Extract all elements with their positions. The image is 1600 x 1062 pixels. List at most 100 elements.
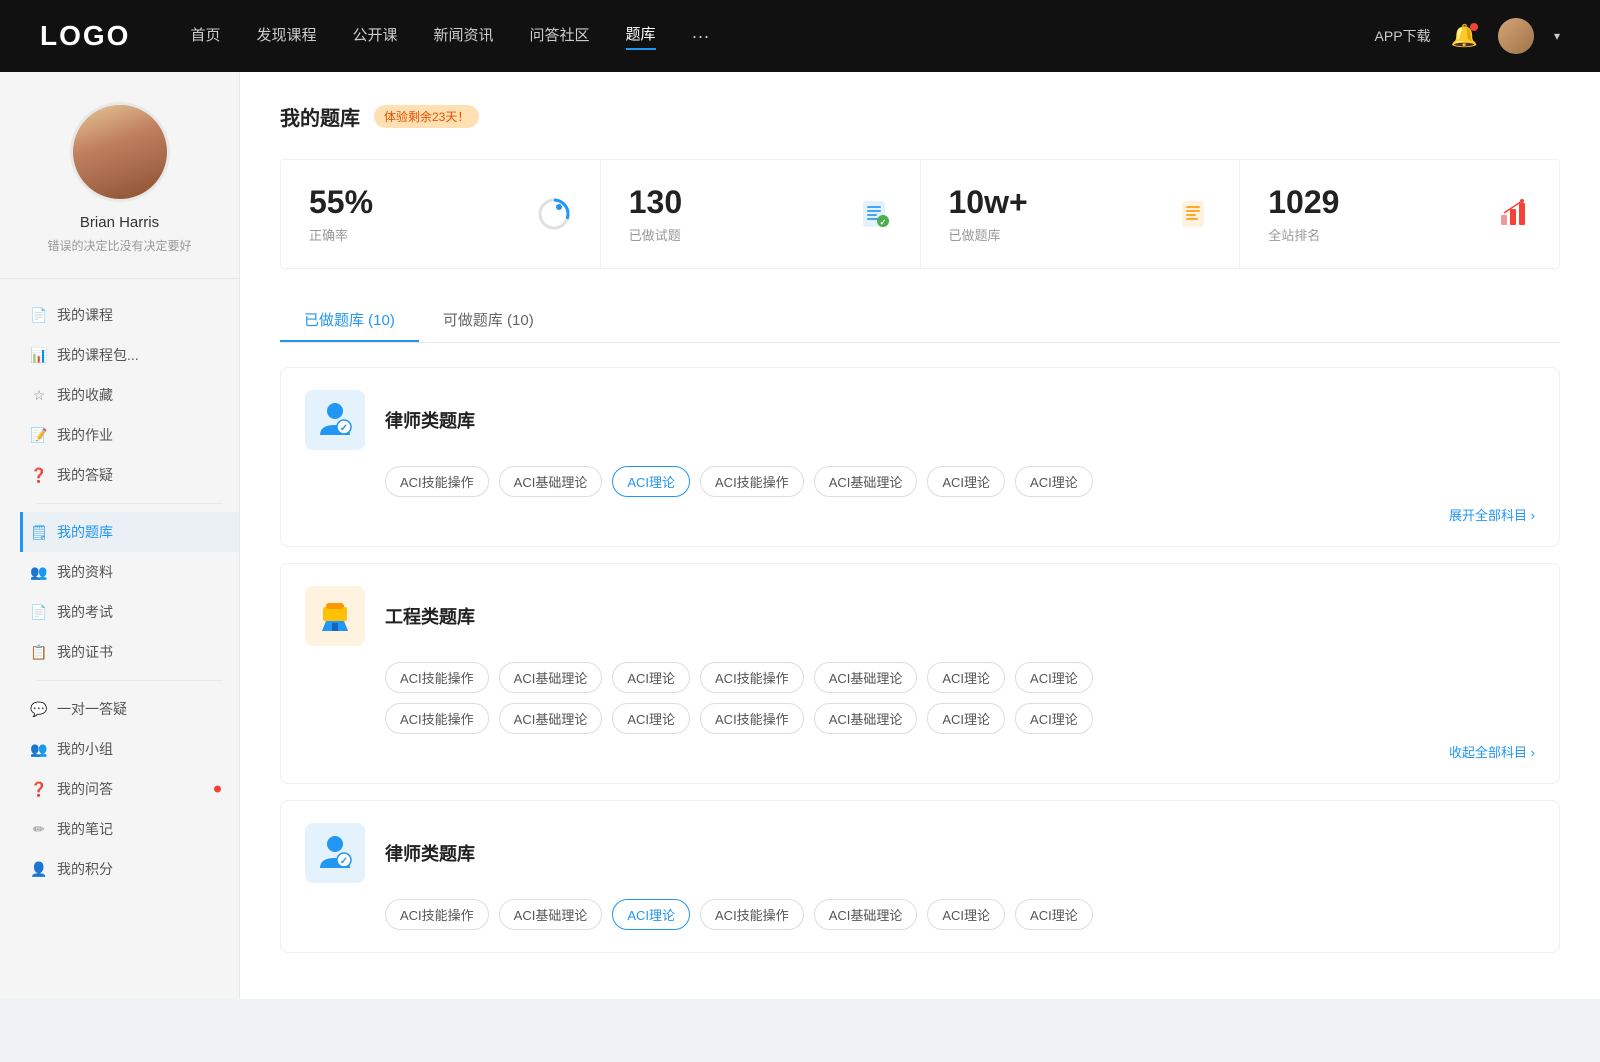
mycert-icon: 📋 (31, 644, 47, 660)
myquestion-icon: ❓ (31, 781, 47, 797)
bank-tag[interactable]: ACI理论 (1015, 703, 1093, 734)
sidebar-item-coursepack[interactable]: 📊 我的课程包... (20, 335, 239, 375)
bank-card-lawyer-2: ✓ 律师类题库 ACI技能操作 ACI基础理论 ACI理论 ACI技能操作 AC… (280, 800, 1560, 953)
nav-qa[interactable]: 问答社区 (530, 24, 590, 49)
bank-tag[interactable]: ACI理论 (1015, 899, 1093, 930)
bank-tag[interactable]: ACI基础理论 (499, 662, 603, 693)
sidebar-item-mypoints[interactable]: 👤 我的积分 (20, 849, 239, 889)
stat-accuracy: 55% 正确率 (281, 160, 601, 268)
profile-motto: 错误的决定比没有决定要好 (47, 237, 191, 254)
stat-rank-label: 全站排名 (1268, 225, 1339, 244)
navbar: LOGO 首页 发现课程 公开课 新闻资讯 问答社区 题库 ··· APP下载 … (0, 0, 1600, 72)
bank-tag[interactable]: ACI理论 (927, 662, 1005, 693)
bank-tag[interactable]: ACI基础理论 (499, 466, 603, 497)
sidebar-item-1to1[interactable]: 💬 一对一答疑 (20, 689, 239, 729)
stat-accuracy-info: 55% 正确率 (309, 184, 373, 244)
navbar-right: APP下载 🔔 ▾ (1375, 18, 1560, 54)
sidebar-item-mydata[interactable]: 👥 我的资料 (20, 552, 239, 592)
bank-card-3-header: ✓ 律师类题库 (305, 823, 1535, 883)
bank-tag[interactable]: ACI技能操作 (385, 899, 489, 930)
stat-done-banks-info: 10w+ 已做题库 (949, 184, 1028, 244)
tab-available-banks[interactable]: 可做题库 (10) (419, 299, 558, 342)
bank-tag[interactable]: ACI基础理论 (814, 703, 918, 734)
bank-tag-active[interactable]: ACI理论 (612, 466, 690, 497)
notification-bell[interactable]: 🔔 (1451, 23, 1478, 49)
bank-tags-2-row1: ACI技能操作 ACI基础理论 ACI理论 ACI技能操作 ACI基础理论 AC… (385, 662, 1535, 693)
bank-tags-3: ACI技能操作 ACI基础理论 ACI理论 ACI技能操作 ACI基础理论 AC… (385, 899, 1535, 930)
mydata-icon: 👥 (31, 564, 47, 580)
pie-chart-icon (536, 196, 572, 232)
sidebar-menu: 📄 我的课程 📊 我的课程包... ☆ 我的收藏 📝 我的作业 ❓ 我的答疑 � (0, 295, 239, 889)
bank-card-engineer: 工程类题库 ACI技能操作 ACI基础理论 ACI理论 ACI技能操作 ACI基… (280, 563, 1560, 784)
bank-tag[interactable]: ACI基础理论 (814, 466, 918, 497)
sidebar-item-mycourse[interactable]: 📄 我的课程 (20, 295, 239, 335)
sidebar-item-myexam[interactable]: 📄 我的考试 (20, 592, 239, 632)
bank-tag[interactable]: ACI技能操作 (385, 662, 489, 693)
main-content: 我的题库 体验剩余23天！ 55% 正确率 (240, 72, 1600, 999)
bank-card-2-header: 工程类题库 (305, 586, 1535, 646)
svg-text:✓: ✓ (340, 856, 348, 867)
bank-tag[interactable]: ACI基础理论 (499, 899, 603, 930)
avatar-image (1498, 18, 1534, 54)
app-download-link[interactable]: APP下载 (1375, 26, 1431, 46)
bank-expand-2[interactable]: 收起全部科目 › (305, 742, 1535, 761)
sidebar-item-qa[interactable]: ❓ 我的答疑 (20, 455, 239, 495)
bank-tags-2-row2: ACI技能操作 ACI基础理论 ACI理论 ACI技能操作 ACI基础理论 AC… (385, 703, 1535, 734)
bank-tag[interactable]: ACI技能操作 (385, 703, 489, 734)
doc-orange-icon (1175, 196, 1211, 232)
myquestion-label: 我的问答 (57, 779, 113, 799)
bank-tag[interactable]: ACI基础理论 (814, 899, 918, 930)
bank-tag[interactable]: ACI技能操作 (700, 703, 804, 734)
sidebar-item-mycert[interactable]: 📋 我的证书 (20, 632, 239, 672)
nav-bank[interactable]: 题库 (626, 23, 656, 50)
sidebar-item-mynotes[interactable]: ✏ 我的笔记 (20, 809, 239, 849)
stats-row: 55% 正确率 130 已做试题 (280, 159, 1560, 269)
bank-tag[interactable]: ACI理论 (927, 899, 1005, 930)
bank-tag[interactable]: ACI理论 (612, 703, 690, 734)
bank-tag[interactable]: ACI技能操作 (700, 466, 804, 497)
stat-done-banks-label: 已做题库 (949, 225, 1028, 244)
bank-tag[interactable]: ACI基础理论 (499, 703, 603, 734)
bank-title-3: 律师类题库 (385, 840, 475, 866)
question-badge-dot (214, 786, 221, 793)
user-avatar-nav[interactable] (1498, 18, 1534, 54)
bank-tag[interactable]: ACI基础理论 (814, 662, 918, 693)
bank-tag[interactable]: ACI理论 (1015, 466, 1093, 497)
nav-more[interactable]: ··· (692, 26, 710, 47)
profile-name: Brian Harris (80, 214, 159, 231)
bank-expand-1[interactable]: 展开全部科目 › (305, 505, 1535, 524)
stat-done-banks-value: 10w+ (949, 184, 1028, 221)
tab-done-banks[interactable]: 已做题库 (10) (280, 299, 419, 342)
bank-tag[interactable]: ACI理论 (927, 466, 1005, 497)
bank-tag-active[interactable]: ACI理论 (612, 899, 690, 930)
notification-dot (1470, 23, 1478, 31)
svg-text:✓: ✓ (340, 423, 348, 434)
bank-tag[interactable]: ACI理论 (612, 662, 690, 693)
sidebar-item-homework[interactable]: 📝 我的作业 (20, 415, 239, 455)
nav-opencourse[interactable]: 公开课 (352, 24, 397, 49)
mycourse-icon: 📄 (31, 307, 47, 323)
profile-avatar (70, 102, 170, 202)
bank-tag[interactable]: ACI理论 (927, 703, 1005, 734)
bank-tag[interactable]: ACI技能操作 (700, 662, 804, 693)
mycourse-label: 我的课程 (57, 305, 113, 325)
stat-done-info: 130 已做试题 (629, 184, 682, 244)
myexam-icon: 📄 (31, 604, 47, 620)
nav-news[interactable]: 新闻资讯 (434, 24, 494, 49)
mynotes-icon: ✏ (31, 821, 47, 837)
nav-home[interactable]: 首页 (190, 24, 220, 49)
sidebar-item-mygroup[interactable]: 👥 我的小组 (20, 729, 239, 769)
stat-done-label: 已做试题 (629, 225, 682, 244)
sidebar-item-mybank[interactable]: 🗒 我的题库 (20, 512, 239, 552)
bank-card-lawyer-1: ✓ 律师类题库 ACI技能操作 ACI基础理论 ACI理论 ACI技能操作 AC… (280, 367, 1560, 547)
user-dropdown-arrow[interactable]: ▾ (1554, 29, 1560, 43)
bank-tag[interactable]: ACI技能操作 (385, 466, 489, 497)
sidebar-item-favorites[interactable]: ☆ 我的收藏 (20, 375, 239, 415)
lawyer-icon-2: ✓ (305, 823, 365, 883)
stat-done-value: 130 (629, 184, 682, 221)
sidebar-item-myquestion[interactable]: ❓ 我的问答 (20, 769, 239, 809)
mybank-icon: 🗒 (31, 524, 47, 540)
bank-tag[interactable]: ACI理论 (1015, 662, 1093, 693)
bank-tag[interactable]: ACI技能操作 (700, 899, 804, 930)
nav-discover[interactable]: 发现课程 (256, 24, 316, 49)
